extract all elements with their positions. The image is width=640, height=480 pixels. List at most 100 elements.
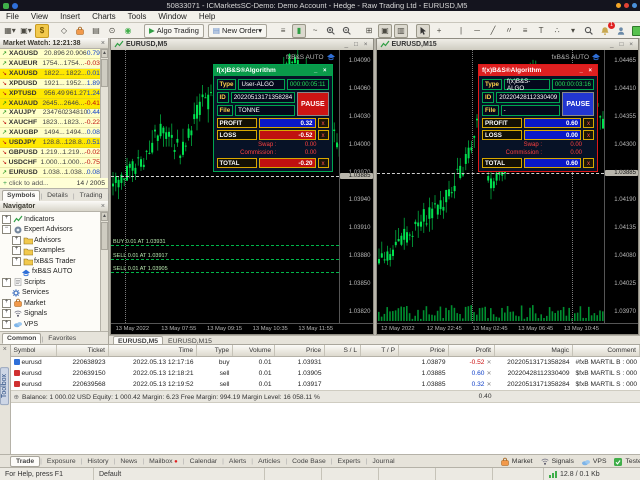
trade-row[interactable]: eurusd 220639150 2022.05.13 12:18:21 sell 0.… xyxy=(11,368,640,379)
ea-panel-window-icons[interactable]: _ × xyxy=(314,68,329,74)
close-position-icon[interactable]: ✕ xyxy=(486,371,491,377)
tree-expand-icon[interactable]: + xyxy=(2,309,11,319)
loss-close-button[interactable]: x xyxy=(583,130,594,140)
tile-windows-icon[interactable]: ⊞ xyxy=(362,24,376,38)
total-close-button[interactable]: x xyxy=(317,158,329,168)
trendline-icon[interactable]: ╱ xyxy=(486,24,500,38)
search-icon[interactable] xyxy=(582,24,596,38)
column-header-profit[interactable]: Profit xyxy=(448,345,495,357)
column-header-volume[interactable]: Volume xyxy=(232,345,275,357)
ea-control-panel[interactable]: f(x)B&S®Algorithm _ × Type User-ALGO 000:00:… xyxy=(212,64,333,172)
column-header-symbol[interactable]: Symbol xyxy=(10,345,57,357)
bottom-button-market[interactable]: Market xyxy=(500,457,533,467)
community-icon[interactable]: ◉ xyxy=(121,24,135,38)
nav-item-fxb-s-auto[interactable]: fxB&S AUTO xyxy=(2,267,108,278)
ea-panel-header[interactable]: f(x)B&S®Algorithm _ × xyxy=(213,65,332,76)
tab-details[interactable]: Details xyxy=(42,190,73,201)
nav-item-indicators[interactable]: + Indicators xyxy=(2,214,108,225)
chart-window-eurusd-m15[interactable]: EURUSD,M15 _ □ × fxB&S AUTO f(x)B&S®Algorit… xyxy=(375,38,639,335)
toolbox-tab-alerts[interactable]: Alerts xyxy=(224,457,251,466)
bottom-button-signals[interactable]: Signals xyxy=(540,457,574,467)
nav-item-signals[interactable]: + Signals xyxy=(2,309,108,320)
market-row[interactable]: ↗ XAUJPY 234760 234810 0.44% xyxy=(0,108,108,119)
toolbox-tab-mailbox[interactable]: Mailbox ● xyxy=(144,457,183,466)
chart-window-controls[interactable]: _ □ × xyxy=(610,41,635,48)
loss-close-button[interactable]: x xyxy=(317,130,329,140)
market-row[interactable]: ↘ XPTUSD 956.49 961.27 1.24% xyxy=(0,88,108,99)
fibonacci-icon[interactable]: ≡ xyxy=(518,24,532,38)
bottom-button-vps[interactable]: VPS xyxy=(581,457,606,467)
trade-row[interactable]: eurusd 220639568 2022.05.13 12:19:52 sell 0.… xyxy=(11,379,640,391)
toolbox-close-icon[interactable]: × xyxy=(3,345,7,353)
metaeditor-icon[interactable]: ◇ xyxy=(57,24,71,38)
tree-expand-icon[interactable]: + xyxy=(2,214,11,224)
chart-window-titlebar[interactable]: EURUSD,M5 _ □ × xyxy=(111,39,373,50)
chart-window-titlebar[interactable]: EURUSD,M15 _ □ × xyxy=(376,39,638,50)
chart-window-controls[interactable]: _ □ × xyxy=(345,41,370,48)
crosshair-icon[interactable]: + xyxy=(432,24,446,38)
chart-plot-area[interactable]: fxB&S AUTO f(x)B&S®Algorithm _ × Type f(x)B&… xyxy=(376,50,605,323)
column-header-magic[interactable]: Magic xyxy=(494,345,573,357)
market-row[interactable]: ↗ XAUEUR 1754... 1754... -0.03% xyxy=(0,58,108,69)
price-scale[interactable]: 1.040901.040601.040301.040001.039701.039… xyxy=(339,50,373,323)
navigator-scrollbar[interactable]: ▲ xyxy=(100,212,108,331)
alarm-icon[interactable]: ⊙ xyxy=(105,24,119,38)
book-icon[interactable]: ▤ xyxy=(89,24,103,38)
cursor-icon[interactable] xyxy=(416,23,431,38)
toolbox-tab-code-base[interactable]: Code Base xyxy=(287,457,331,466)
toolbox-tab-exposure[interactable]: Exposure xyxy=(42,457,81,466)
channel-icon[interactable]: 〃 xyxy=(502,24,516,38)
menu-tools[interactable]: Tools xyxy=(122,12,153,21)
shapes-icon[interactable]: ∴ xyxy=(550,24,564,38)
window-control-dot-1[interactable] xyxy=(624,3,629,8)
tab-symbols[interactable]: Symbols xyxy=(2,190,41,201)
status-profile[interactable]: Default xyxy=(94,468,265,480)
market-row[interactable]: ↘ XPDUSD 1921... 1952... 1.89% xyxy=(0,78,108,89)
window-control-dot-0[interactable] xyxy=(616,3,621,8)
column-header-price[interactable]: Price xyxy=(274,345,325,357)
market-watch-add-row[interactable]: + click to add... 14 / 2005 xyxy=(0,178,108,188)
ea-panel-header[interactable]: f(x)B&S®Algorithm _ × xyxy=(479,65,597,76)
toolbox-tab-calendar[interactable]: Calendar xyxy=(185,457,223,466)
horizontal-line-icon[interactable]: ─ xyxy=(470,24,484,38)
arrange-windows-icon[interactable]: ▥ xyxy=(394,23,409,38)
nav-item-vps[interactable]: + VPS xyxy=(2,319,108,330)
bar-chart-icon[interactable]: ≡ xyxy=(276,24,290,38)
profile-icon[interactable] xyxy=(614,24,628,38)
tab-common[interactable]: Common xyxy=(2,333,42,344)
market-row[interactable]: ↘ XAUUSD 1822... 1822... 0.01% xyxy=(0,68,108,79)
tab-trading[interactable]: Trading xyxy=(75,190,108,201)
menu-window[interactable]: Window xyxy=(152,12,192,21)
market-row[interactable]: ↘ XAUCHF 1823... 1823... -0.22% xyxy=(0,118,108,129)
market-row[interactable]: ↘ USDCHF 1.000... 1.000... -0.75% xyxy=(0,158,108,169)
menu-view[interactable]: View xyxy=(25,12,54,21)
column-header-t-p[interactable]: T / P xyxy=(360,345,399,357)
time-axis[interactable]: 13 May 2022 13 May 07:55 13 May 09:15 13 Ma… xyxy=(111,323,340,334)
market-row[interactable]: ↗ XAGUSD 20.896 20.906 0.79% xyxy=(0,49,108,59)
chart-profile-icon[interactable]: ▣▾ xyxy=(19,24,33,38)
pause-button[interactable]: PAUSE xyxy=(562,92,594,116)
nav-item-expert-advisors[interactable]: − Expert Advisors xyxy=(2,225,108,236)
market-row[interactable]: ↗ EURUSD 1.038... 1.038... 0.08% xyxy=(0,168,108,178)
menu-file[interactable]: File xyxy=(0,12,25,21)
column-header-ticket[interactable]: Ticket xyxy=(56,345,109,357)
tree-expand-icon[interactable]: + xyxy=(12,256,21,266)
zoom-in-icon[interactable] xyxy=(324,24,338,38)
line-chart-icon[interactable]: ~ xyxy=(308,24,322,38)
tree-expand-icon[interactable]: + xyxy=(12,246,21,256)
notifications-icon[interactable]: 1 xyxy=(598,21,616,38)
market-row[interactable]: ↗ XAUGBP 1494... 1494... 0.08% xyxy=(0,128,108,139)
tree-expand-icon[interactable]: + xyxy=(2,277,11,287)
market-row[interactable]: ↘ USDJPY 128.8... 128.8... 0.51% xyxy=(0,138,108,149)
market-row[interactable]: ↗ XAUAUD 2645... 2646... -0.41% xyxy=(0,98,108,109)
nav-item-advisors[interactable]: + Advisors xyxy=(2,235,108,246)
column-header-time[interactable]: Time xyxy=(108,345,197,357)
market-row[interactable]: ↘ GBPUSD 1.219... 1.219... -0.02% xyxy=(0,148,108,159)
new-order-button[interactable]: ▤ New Order ▾ xyxy=(207,23,268,38)
toolbox-tab-trade[interactable]: Trade xyxy=(10,456,41,467)
bottom-button-tester[interactable]: Tester xyxy=(613,457,640,467)
tree-expand-icon[interactable]: + xyxy=(2,319,11,329)
column-header-type[interactable]: Type xyxy=(196,345,233,357)
toolbox-vertical-tab[interactable]: Toolbox xyxy=(0,367,10,406)
toolbox-tab-history[interactable]: History xyxy=(82,457,113,466)
